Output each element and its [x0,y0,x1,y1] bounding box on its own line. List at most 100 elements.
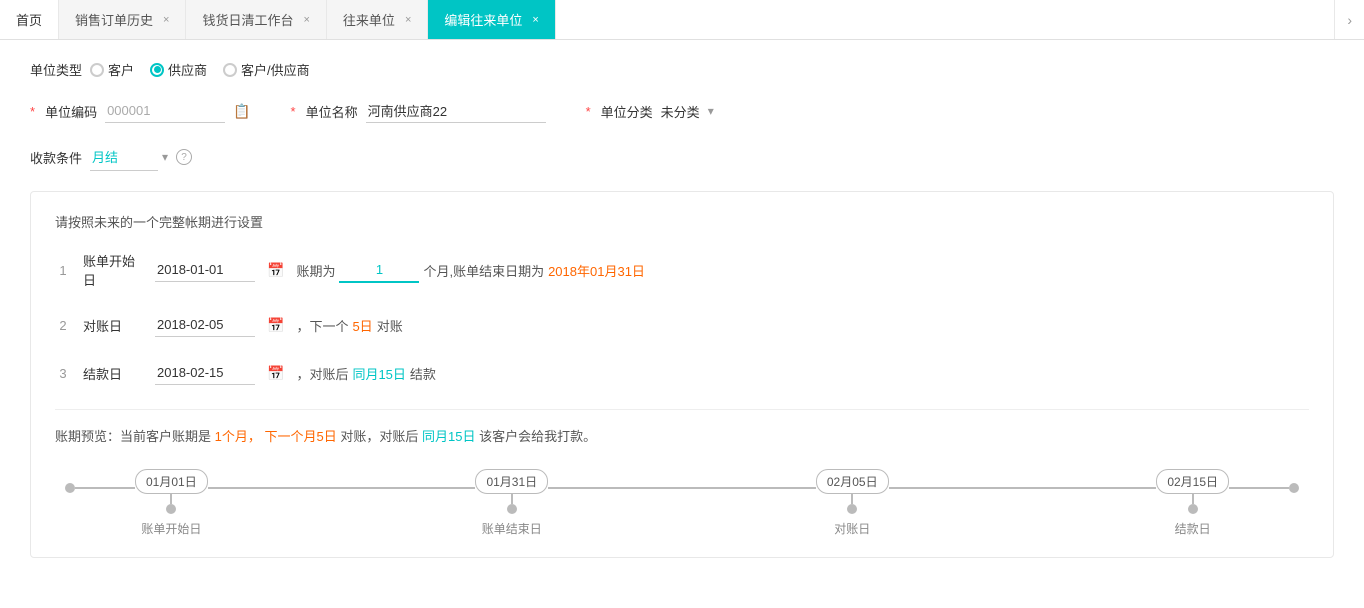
radio-customer-circle [90,63,104,77]
timeline-seg-1 [208,487,476,489]
timeline-start-dot [65,483,75,493]
tab-cash-work-close[interactable]: × [303,14,309,26]
tab-cash-work[interactable]: 钱货日清工作台 × [186,0,326,39]
timeline-badge-1: 01月01日 [135,469,208,494]
timeline-node-3: 02月05日 对账日 [816,469,889,537]
row-desc-2: ，下一个 5日 对账 [296,316,402,335]
timeline-badge-3: 02月05日 [816,469,889,494]
date-input-1[interactable] [155,258,255,282]
timeline-label-3: 对账日 [834,520,870,537]
cal-icon-1[interactable]: 📅 [267,262,284,279]
copy-icon[interactable]: 📋 [233,103,250,120]
radio-both-circle [223,63,237,77]
row-num-1: 1 [55,263,71,278]
preview-part3-text: 该客户会给我打款。 [479,429,596,444]
unit-class-star: * [586,104,591,119]
tab-sales-history-close[interactable]: × [163,14,169,26]
tab-edit-partner[interactable]: 编辑往来单位 × [428,0,555,39]
row-label-3: 结款日 [83,364,143,383]
preview-part2-text: 对账，对账后 [340,429,418,444]
radio-group: 客户 供应商 客户/供应商 [90,60,310,79]
radio-customer[interactable]: 客户 [90,60,134,79]
card-title: 请按照未来的一个完整帐期进行设置 [55,212,1309,231]
payment-terms-label: 收款条件 [30,148,82,167]
unit-code-group: * 单位编码 📋 [30,99,251,123]
tab-edit-partner-label: 编辑往来单位 [444,10,522,29]
radio-supplier-circle [150,63,164,77]
payment-terms-chevron[interactable]: ▾ [162,150,168,164]
period-input[interactable] [339,258,419,283]
unit-name-input[interactable] [366,99,546,123]
tab-partner-unit-close[interactable]: × [405,14,411,26]
timeline-label-4: 结款日 [1175,520,1211,537]
card-section: 请按照未来的一个完整帐期进行设置 1 账单开始日 📅 账期为 个月,账单结束日期… [30,191,1334,558]
desc-prefix-3: ，对账后 [296,364,348,383]
radio-supplier-label: 供应商 [168,60,207,79]
preview-label: 账期预览：当前客户账期是 [55,429,211,444]
timeline-vert-4 [1192,494,1194,504]
payment-terms-value[interactable]: 月结 [90,143,158,171]
row-label-2: 对账日 [83,316,143,335]
cal-icon-2[interactable]: 📅 [267,317,284,334]
timeline-dot-4 [1188,504,1198,514]
date-input-2[interactable] [155,313,255,337]
row-num-3: 3 [55,366,71,381]
timeline-badge-2: 01月31日 [475,469,548,494]
radio-both-label: 客户/供应商 [241,60,310,79]
timeline-vert-3 [851,494,853,504]
desc-suffix-1: 个月,账单结束日期为 [423,261,544,280]
tab-sales-history[interactable]: 销售订单历史 × [59,0,186,39]
timeline: 01月01日 账单开始日 01月31日 账单结束日 02月05日 [55,469,1309,537]
payment-terms-group: 收款条件 月结 ▾ ? [30,143,192,171]
timeline-dot-3 [847,504,857,514]
tab-edit-partner-close[interactable]: × [532,14,538,26]
unit-class-value: 未分类 [661,102,700,121]
setting-row-3: 3 结款日 📅 ，对账后 同月15日 结款 [55,361,1309,385]
tab-partner-unit[interactable]: 往来单位 × [327,0,428,39]
payment-terms-dropdown[interactable]: 月结 ▾ [90,143,168,171]
cal-icon-3[interactable]: 📅 [267,365,284,382]
row-desc-3: ，对账后 同月15日 结款 [296,364,436,383]
unit-type-label: 单位类型 [30,60,82,79]
highlight-day-2: 5日 [352,316,372,335]
help-icon[interactable]: ? [176,149,192,165]
preview-section: 账期预览：当前客户账期是 1个月， 下一个月5日 对账，对账后 同月15日 该客… [55,409,1309,537]
unit-class-chevron[interactable]: ▾ [708,104,714,118]
timeline-right-dot [1289,483,1299,493]
main-content: 单位类型 客户 供应商 客户/供应商 * 单位编码 [0,40,1364,608]
radio-both[interactable]: 客户/供应商 [223,60,310,79]
unit-code-input[interactable] [105,99,225,123]
tab-arrow[interactable]: › [1334,0,1364,39]
timeline-seg-3 [889,487,1157,489]
desc-suffix-2: 对账 [377,316,403,335]
desc-suffix-3: 结款 [410,364,436,383]
row-num-2: 2 [55,318,71,333]
timeline-label-1: 账单开始日 [141,520,201,537]
unit-name-star: * [291,104,296,119]
timeline-dot-2 [507,504,517,514]
unit-code-label: 单位编码 [45,102,97,121]
timeline-node-2: 01月31日 账单结束日 [475,469,548,537]
preview-part1: 1个月， [215,429,261,444]
unit-name-label: 单位名称 [306,102,358,121]
tab-home[interactable]: 首页 [0,0,59,39]
unit-code-star: * [30,104,35,119]
timeline-vert-2 [511,494,513,504]
highlight-day-3: 同月15日 [352,364,405,383]
desc-prefix-1: 账期为 [296,261,335,280]
payment-terms-row: 收款条件 月结 ▾ ? [30,143,1334,171]
row-label-1: 账单开始日 [83,251,143,289]
timeline-badge-4: 02月15日 [1156,469,1229,494]
highlight-date-1: 2018年01月31日 [548,261,645,280]
timeline-node-4: 02月15日 结款日 [1156,469,1229,537]
unit-type-group: 单位类型 客户 供应商 客户/供应商 [30,60,310,79]
setting-row-1: 1 账单开始日 📅 账期为 个月,账单结束日期为 2018年01月31日 [55,251,1309,289]
date-input-3[interactable] [155,361,255,385]
timeline-left-dot [65,483,75,493]
radio-customer-label: 客户 [108,60,134,79]
timeline-label-2: 账单结束日 [482,520,542,537]
timeline-seg-4 [1229,487,1289,489]
unit-info-row: * 单位编码 📋 * 单位名称 * 单位分类 未分类 ▾ [30,99,1334,123]
radio-supplier[interactable]: 供应商 [150,60,207,79]
tab-sales-history-label: 销售订单历史 [75,10,153,29]
